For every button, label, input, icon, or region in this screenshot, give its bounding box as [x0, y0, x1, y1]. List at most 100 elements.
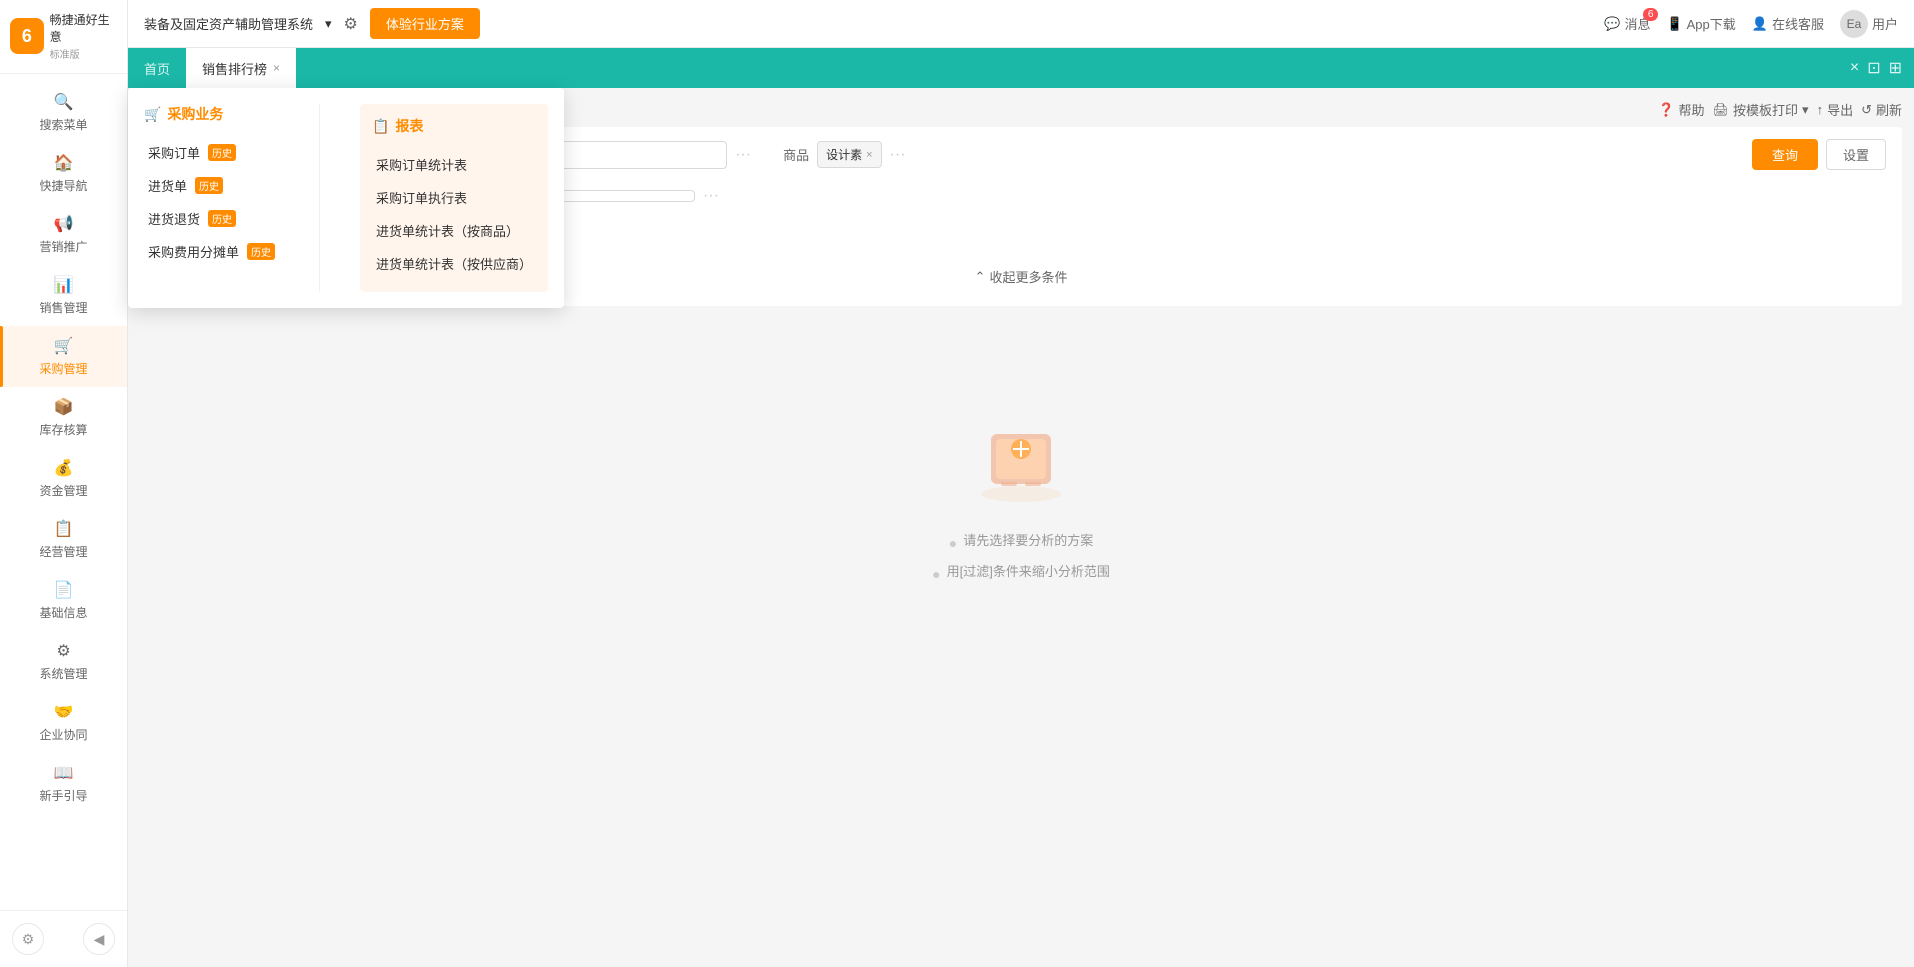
- sidebar-item-basic-info[interactable]: 📄基础信息: [0, 570, 127, 631]
- sidebar-item-operations[interactable]: 📋经营管理: [0, 509, 127, 570]
- menu-report-incoming-by-supplier[interactable]: 进货单统计表（按供应商）: [372, 247, 536, 280]
- collapse-label: 收起更多条件: [989, 267, 1067, 286]
- export-btn[interactable]: ↑ 导出: [1817, 100, 1854, 119]
- logo-sub: 标准版: [50, 46, 117, 61]
- sidebar-item-capital-label: 资金管理: [39, 482, 87, 499]
- sidebar-logo: 6 畅捷通好生意 标准版: [0, 0, 127, 74]
- purchase-order-label: 采购订单: [148, 143, 200, 162]
- help-label: 帮助: [1678, 100, 1704, 119]
- empty-bullet-2: ●: [932, 566, 940, 582]
- print-btn[interactable]: 🖨 按模板打印 ▾: [1713, 100, 1809, 119]
- menu-report-order-exec[interactable]: 采购订单执行表: [372, 181, 536, 214]
- sidebar-item-inventory[interactable]: 📦 库存核算: [0, 387, 127, 448]
- messages-btn[interactable]: 💬 消息 6: [1604, 14, 1650, 33]
- tab-sales-ranking[interactable]: 销售排行榜 ×: [186, 48, 296, 88]
- sidebar-item-inventory-label: 库存核算: [39, 421, 87, 438]
- app-download-btn[interactable]: 📱 App下载: [1666, 14, 1735, 33]
- menu-report-order-stats[interactable]: 采购订单统计表: [372, 148, 536, 181]
- purchase-business-column: 🛒 采购业务 采购订单 历史 进货单 历史 进货退货 历史 采购费用分摊单 历史: [144, 104, 279, 292]
- empty-line1: 请先选择要分析的方案: [963, 530, 1093, 549]
- report-incoming-by-supplier-label: 进货单统计表（按供应商）: [376, 254, 532, 273]
- status-dots[interactable]: ···: [735, 146, 751, 164]
- empty-illustration: [961, 394, 1081, 514]
- user-menu[interactable]: Ea 用户: [1840, 10, 1898, 38]
- tab-bar: 首页 销售排行榜 × × ⊡ ⊞: [128, 48, 1914, 88]
- tab-right-controls: × ⊡ ⊞: [1850, 58, 1914, 78]
- collapse-sidebar-btn[interactable]: ◀: [83, 923, 115, 955]
- goods-tag-close[interactable]: ×: [866, 149, 872, 161]
- online-service-btn[interactable]: 👤 在线客服: [1752, 14, 1824, 33]
- print-icon: 🖨: [1713, 102, 1730, 118]
- goods-dots[interactable]: ···: [890, 146, 906, 164]
- industry-btn[interactable]: 体验行业方案: [370, 8, 480, 39]
- sidebar-item-capital[interactable]: 💰 资金管理: [0, 448, 127, 509]
- sidebar-item-sales[interactable]: 📊销售管理: [0, 265, 127, 326]
- sidebar-item-operations-label: 经营管理: [39, 543, 87, 560]
- salesman-dots[interactable]: ···: [703, 187, 719, 205]
- header-settings-icon[interactable]: ⚙: [344, 14, 358, 34]
- tab-restore-icon[interactable]: ⊡: [1867, 58, 1880, 78]
- sidebar-bottom: ⚙ ◀: [0, 910, 127, 967]
- sidebar: 6 畅捷通好生意 标准版 🔍 搜索菜单 🏠快捷导航📢营销推广📊销售管理🛒采购管理 📦 库…: [0, 0, 128, 967]
- menu-report-incoming-by-goods[interactable]: 进货单统计表（按商品）: [372, 214, 536, 247]
- purchase-dropdown-overlay: 🛒 采购业务 采购订单 历史 进货单 历史 进货退货 历史 采购费用分摊单 历史: [128, 88, 564, 308]
- goods-tag[interactable]: 设计素 ×: [817, 141, 881, 168]
- sidebar-item-quick-nav[interactable]: 🏠快捷导航: [0, 143, 127, 204]
- guide-icon: 📖: [54, 763, 74, 783]
- cooperation-icon: 🤝: [54, 702, 74, 722]
- sidebar-item-cooperation-label: 企业协同: [39, 726, 87, 743]
- help-btn[interactable]: ❓ 帮助: [1658, 100, 1704, 119]
- settings-bottom-btn[interactable]: ⚙: [12, 923, 44, 955]
- menu-incoming-order[interactable]: 进货单 历史: [144, 169, 279, 202]
- purchase-business-icon: 🛒: [144, 106, 161, 123]
- system-dropdown[interactable]: ▾: [325, 16, 332, 32]
- sidebar-item-guide-label: 新手引导: [39, 787, 87, 804]
- sidebar-item-cooperation[interactable]: 🤝 企业协同: [0, 692, 127, 753]
- export-label: 导出: [1827, 100, 1853, 119]
- sales-icon: 📊: [54, 275, 74, 295]
- help-icon: ❓: [1658, 102, 1674, 118]
- online-service-label: 在线客服: [1772, 14, 1824, 33]
- app-download-label: App下载: [1687, 14, 1736, 33]
- menu-incoming-return[interactable]: 进货退货 历史: [144, 202, 279, 235]
- refresh-icon: ↺: [1861, 102, 1872, 118]
- sidebar-item-purchase-label: 采购管理: [39, 360, 87, 377]
- history-badge-0: 历史: [208, 144, 236, 161]
- purchase-business-header: 🛒 采购业务: [144, 104, 279, 124]
- sidebar-item-purchase[interactable]: 🛒采购管理: [0, 326, 127, 387]
- refresh-btn[interactable]: ↺ 刷新: [1861, 100, 1902, 119]
- header-right: 💬 消息 6 📱 App下载 👤 在线客服 Ea 用户: [1604, 10, 1898, 38]
- sidebar-item-system[interactable]: ⚙系统管理: [0, 631, 127, 692]
- phone-icon: 📱: [1666, 16, 1682, 32]
- search-icon: 🔍: [54, 92, 74, 112]
- print-dropdown-icon[interactable]: ▾: [1802, 102, 1809, 118]
- sidebar-item-search-label: 搜索菜单: [39, 116, 87, 133]
- report-order-exec-label: 采购订单执行表: [376, 188, 467, 207]
- tab-fullscreen-icon[interactable]: ⊞: [1889, 58, 1902, 78]
- incoming-return-label: 进货退货: [148, 209, 200, 228]
- sidebar-item-marketing[interactable]: 📢营销推广: [0, 204, 127, 265]
- settings-btn[interactable]: 设置: [1826, 139, 1886, 170]
- tab-close-all-icon[interactable]: ×: [1850, 59, 1859, 77]
- user-avatar: Ea: [1840, 10, 1868, 38]
- report-order-stats-label: 采购订单统计表: [376, 155, 467, 174]
- user-label: 用户: [1872, 14, 1898, 33]
- inventory-icon: 📦: [54, 397, 74, 417]
- purchase-reports-title: 报表: [395, 116, 423, 136]
- menu-divider: [319, 104, 320, 292]
- tab-home-label: 首页: [144, 59, 170, 78]
- empty-bullet-1: ●: [949, 535, 957, 551]
- collapse-icon: ⌃: [975, 269, 986, 285]
- menu-purchase-order[interactable]: 采购订单 历史: [144, 136, 279, 169]
- capital-icon: 💰: [54, 458, 74, 478]
- menu-purchase-expense[interactable]: 采购费用分摊单 历史: [144, 235, 279, 268]
- tab-home[interactable]: 首页: [128, 48, 186, 88]
- tab-close-icon[interactable]: ×: [273, 61, 280, 75]
- sidebar-item-guide[interactable]: 📖 新手引导: [0, 753, 127, 814]
- sidebar-item-search[interactable]: 🔍 搜索菜单: [0, 82, 127, 143]
- purchase-business-title: 采购业务: [167, 104, 223, 124]
- purchase-reports-icon: 📋: [372, 118, 389, 135]
- query-btn[interactable]: 查询: [1752, 139, 1818, 170]
- logo-icon: 6: [10, 18, 44, 54]
- user-avatar-text: Ea: [1847, 17, 1862, 31]
